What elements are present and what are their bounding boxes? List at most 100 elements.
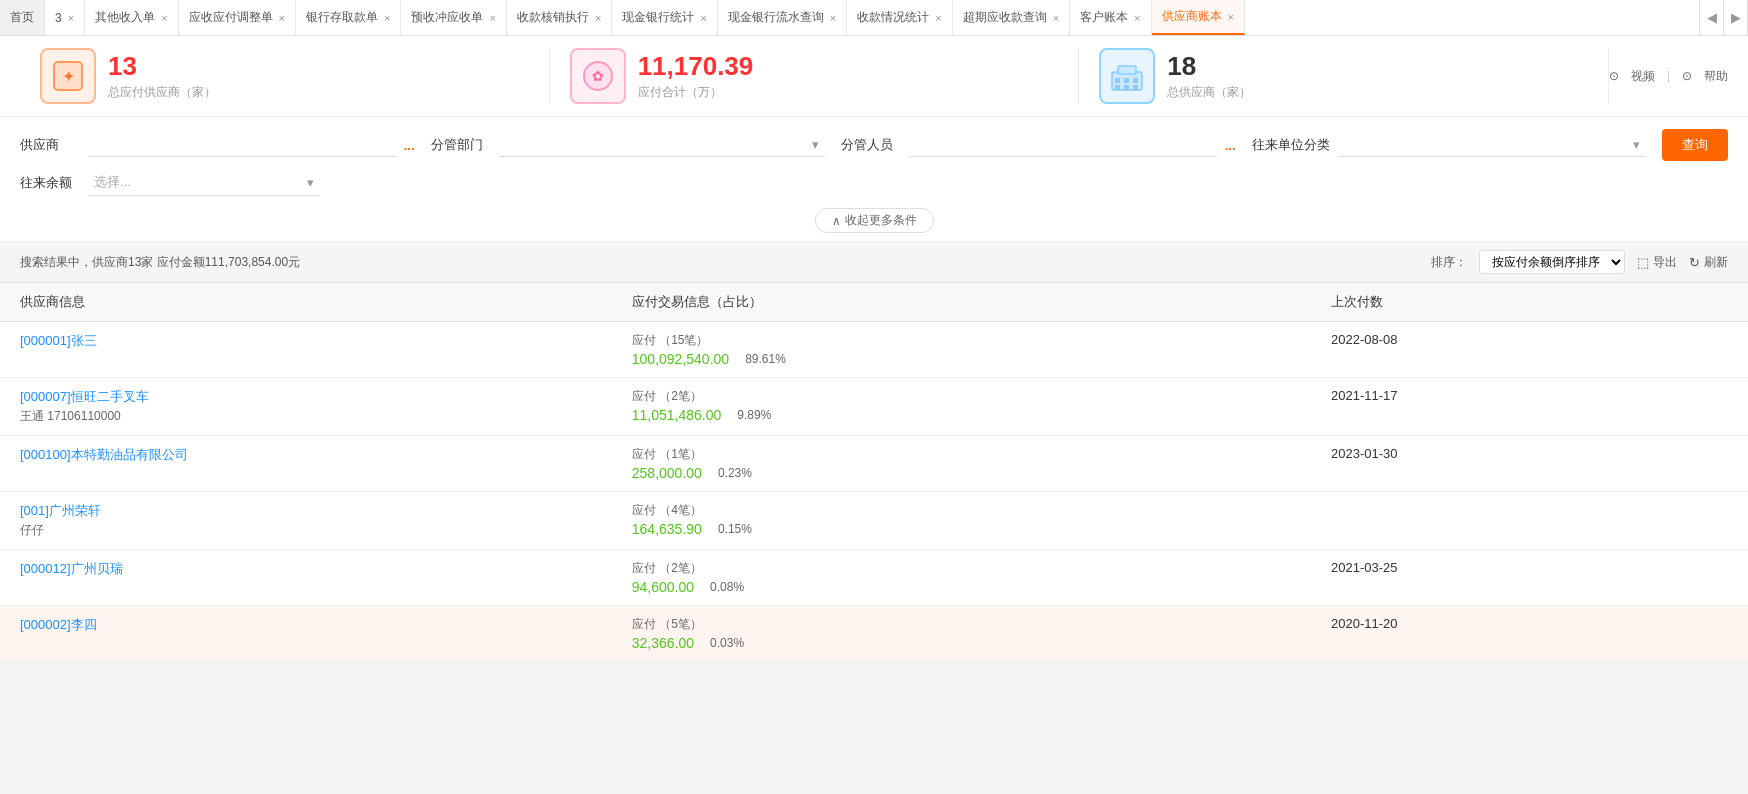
last-pay-cell-1: 2021-11-17 — [1311, 378, 1748, 436]
supplier-link-2[interactable]: [000100]本特勤油品有限公司 — [20, 447, 188, 462]
amount-link-2[interactable]: 258,000.00 — [632, 465, 702, 481]
nav-tab-cash-bank-stat[interactable]: 现金银行统计 × — [612, 0, 717, 35]
stat-icon-total-suppliers — [1099, 48, 1155, 104]
nav-next-arrow[interactable]: ▶ — [1724, 0, 1748, 36]
svg-rect-5 — [1118, 66, 1136, 74]
nav-tab-overdue-ar[interactable]: 超期应收款查询 × — [953, 0, 1070, 35]
filter-input-supplier[interactable] — [88, 133, 396, 157]
search-button[interactable]: 查询 — [1662, 129, 1728, 161]
nav-tab-home[interactable]: 首页 — [0, 0, 45, 35]
nav-prev-arrow[interactable]: ◀ — [1700, 0, 1724, 36]
nav-tab-other-income[interactable]: 其他收入单 × — [85, 0, 178, 35]
filter-select-balance[interactable]: 选择... ▾ — [88, 169, 320, 196]
nav-tab-supplier-ledger[interactable]: 供应商账本 × — [1152, 0, 1245, 35]
stat-action-help[interactable]: 帮助 — [1704, 68, 1728, 85]
tx-cell-4: 应付 （2笔）94,600.000.08% — [612, 550, 1311, 606]
collapse-arrow-icon: ∧ — [832, 214, 841, 228]
svg-rect-11 — [1133, 85, 1138, 90]
amount-link-0[interactable]: 100,092,540.00 — [632, 351, 729, 367]
last-pay-value-2: 2023-01-30 — [1331, 446, 1398, 461]
export-button[interactable]: ⬚ 导出 — [1637, 254, 1677, 271]
amount-link-3[interactable]: 164,635.90 — [632, 521, 702, 537]
nav-tab-receipt-exec-close[interactable]: × — [595, 12, 601, 24]
filter-item-supplier: 供应商 ... — [20, 133, 415, 157]
nav-tab-customer-ledger-close[interactable]: × — [1134, 12, 1140, 24]
svg-rect-9 — [1115, 85, 1120, 90]
nav-tab-bank-deposit[interactable]: 银行存取款单 × — [296, 0, 401, 35]
top-navigation: 首页 3 × 其他收入单 × 应收应付调整单 × 银行存取款单 × 预收冲应收单… — [0, 0, 1748, 36]
last-pay-value-5: 2020-11-20 — [1331, 616, 1398, 631]
stats-bar: ✦ 13 总应付供应商（家） ✿ 11,170.39 应付合计（万） — [0, 36, 1748, 117]
last-pay-cell-5: 2020-11-20 — [1311, 606, 1748, 662]
nav-tab-customer-ledger[interactable]: 客户账本 × — [1070, 0, 1151, 35]
last-pay-cell-0: 2022-08-08 — [1311, 322, 1748, 378]
filter-input-person[interactable] — [909, 133, 1217, 157]
filter-item-dept: 分管部门 ▾ — [431, 133, 826, 157]
tx-label-2: 应付 （1笔） — [632, 446, 1291, 463]
filter-select-balance-value: 选择... — [94, 173, 303, 191]
collapse-button[interactable]: ∧ 收起更多条件 — [815, 208, 934, 233]
filter-supplier-dots[interactable]: ... — [404, 138, 415, 153]
nav-tab-overdue-ar-close[interactable]: × — [1053, 12, 1059, 24]
sort-label: 排序： — [1431, 254, 1467, 271]
stat-action-video[interactable]: 视频 — [1631, 68, 1655, 85]
nav-tab-cash-bank-stat-close[interactable]: × — [700, 12, 706, 24]
stat-number-total-suppliers: 18 — [1167, 51, 1251, 82]
refresh-label: 刷新 — [1704, 254, 1728, 271]
stat-text-total-suppliers: 18 总供应商（家） — [1167, 51, 1251, 101]
filter-select-category[interactable]: ▾ — [1338, 133, 1647, 157]
nav-tab-receipt-stat-label: 收款情况统计 — [857, 9, 929, 26]
filter-person-dots[interactable]: ... — [1225, 138, 1236, 153]
nav-tab-prepay-ar[interactable]: 预收冲应收单 × — [401, 0, 506, 35]
tx-cell-5: 应付 （5笔）32,366.000.03% — [612, 606, 1311, 662]
nav-tab-cash-bank-query-close[interactable]: × — [830, 12, 836, 24]
nav-tab-3[interactable]: 3 × — [45, 0, 85, 35]
nav-tab-receipt-exec[interactable]: 收款核销执行 × — [507, 0, 612, 35]
results-bar: 搜索结果中，供应商13家 应付金额111,703,854.00元 排序： 按应付… — [0, 242, 1748, 283]
amount-link-5[interactable]: 32,366.00 — [632, 635, 694, 651]
last-pay-cell-4: 2021-03-25 — [1311, 550, 1748, 606]
supplier-link-4[interactable]: [000012]广州贝瑞 — [20, 561, 123, 576]
nav-tab-receipt-stat[interactable]: 收款情况统计 × — [847, 0, 952, 35]
stat-item-suppliers: ✦ 13 总应付供应商（家） — [20, 48, 550, 104]
export-label: 导出 — [1653, 254, 1677, 271]
table-row: [000002]李四应付 （5笔）32,366.000.03%2020-11-2… — [0, 606, 1748, 662]
filter-row-1: 供应商 ... 分管部门 ▾ 分管人员 ... 往来单位分类 ▾ 查询 — [20, 129, 1728, 161]
amount-link-1[interactable]: 11,051,486.00 — [632, 407, 722, 423]
stat-label-payable: 应付合计（万） — [638, 84, 754, 101]
nav-tab-receipt-exec-label: 收款核销执行 — [517, 9, 589, 26]
stat-action-circle-icon: ⊙ — [1609, 69, 1619, 83]
supplier-link-1[interactable]: [000007]恒旺二手叉车 — [20, 389, 149, 404]
amount-link-4[interactable]: 94,600.00 — [632, 579, 694, 595]
nav-tab-prepay-ar-label: 预收冲应收单 — [411, 9, 483, 26]
stat-actions-divider: | — [1667, 69, 1670, 83]
nav-tab-supplier-ledger-close[interactable]: × — [1228, 11, 1234, 23]
nav-tab-receipt-stat-close[interactable]: × — [935, 12, 941, 24]
sort-select[interactable]: 按应付余额倒序排序 — [1479, 250, 1625, 274]
filter-item-balance: 往来余额 选择... ▾ — [20, 169, 320, 196]
last-pay-cell-2: 2023-01-30 — [1311, 436, 1748, 492]
nav-tab-bank-deposit-close[interactable]: × — [384, 12, 390, 24]
tx-percent-2: 0.23% — [718, 466, 752, 480]
nav-tab-other-income-close[interactable]: × — [161, 12, 167, 24]
nav-tab-prepay-ar-close[interactable]: × — [489, 12, 495, 24]
nav-tab-ar-ap-adjust[interactable]: 应收应付调整单 × — [179, 0, 296, 35]
tx-percent-0: 89.61% — [745, 352, 786, 366]
nav-tab-ar-ap-adjust-close[interactable]: × — [279, 12, 285, 24]
supplier-table-container: 供应商信息 应付交易信息（占比） 上次付数 [000001]张三应付 （15笔）… — [0, 283, 1748, 662]
supplier-link-3[interactable]: [001]广州荣轩 — [20, 503, 101, 518]
stat-text-suppliers: 13 总应付供应商（家） — [108, 51, 216, 101]
svg-text:✦: ✦ — [62, 68, 75, 85]
supplier-link-0[interactable]: [000001]张三 — [20, 333, 97, 348]
supplier-link-5[interactable]: [000002]李四 — [20, 617, 97, 632]
filter-select-dept[interactable]: ▾ — [499, 133, 826, 157]
tx-percent-1: 9.89% — [737, 408, 771, 422]
refresh-button[interactable]: ↻ 刷新 — [1689, 254, 1728, 271]
nav-tab-cash-bank-query[interactable]: 现金银行流水查询 × — [718, 0, 847, 35]
stat-text-payable: 11,170.39 应付合计（万） — [638, 51, 754, 101]
stat-label-total-suppliers: 总供应商（家） — [1167, 84, 1251, 101]
tx-percent-5: 0.03% — [710, 636, 744, 650]
nav-tab-3-close[interactable]: × — [68, 12, 74, 24]
supplier-sub-1: 王通 17106110000 — [20, 408, 592, 425]
nav-tab-supplier-ledger-label: 供应商账本 — [1162, 8, 1222, 25]
